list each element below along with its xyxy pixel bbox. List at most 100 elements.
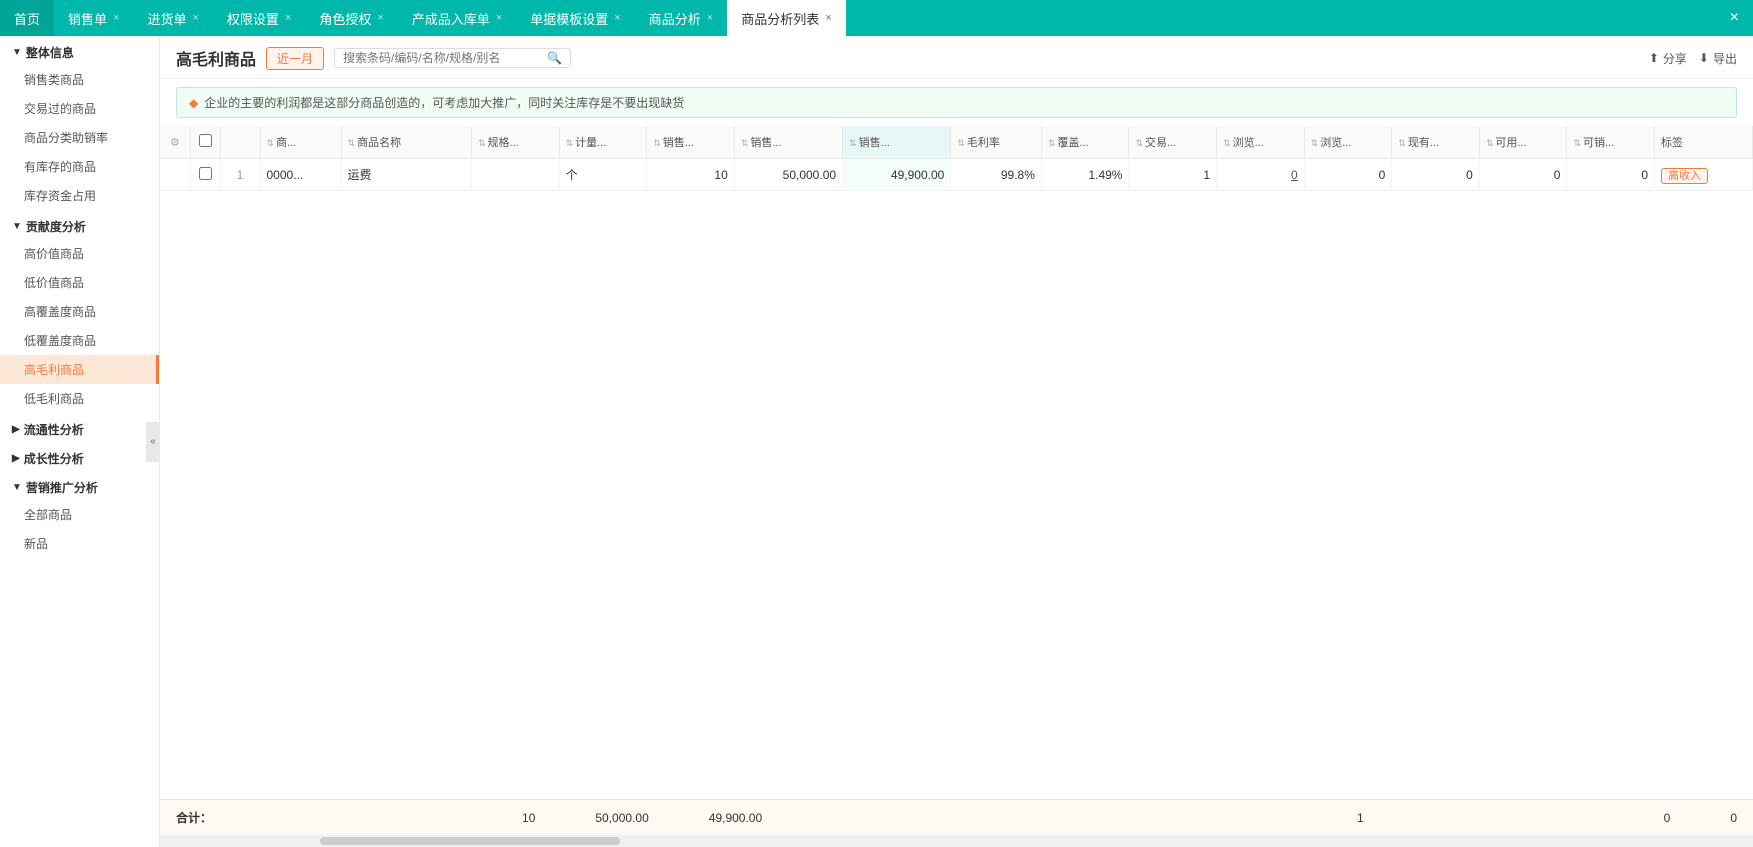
col-sale-profit[interactable]: ⇅销售...: [843, 126, 951, 159]
col-code[interactable]: ⇅商...: [260, 126, 341, 159]
table-header-row: ⚙ ⇅商... ⇅商品名称 ⇅规格... ⇅计量... ⇅销售... ⇅销售..…: [160, 126, 1753, 159]
sidebar-item-new-goods[interactable]: 新品: [0, 529, 159, 558]
sidebar-group-marketing[interactable]: ▼ 营销推广分析: [0, 471, 159, 500]
sidebar-item-all-goods[interactable]: 全部商品: [0, 500, 159, 529]
nav-analysis-list[interactable]: 商品分析列表 ×: [727, 0, 845, 36]
col-saleable[interactable]: ⇅可销...: [1567, 126, 1655, 159]
close-analysis-icon[interactable]: ×: [707, 12, 713, 24]
col-gross-margin[interactable]: ⇅毛利率: [951, 126, 1042, 159]
nav-home[interactable]: 首页: [0, 0, 54, 36]
row-available: 0: [1479, 159, 1567, 191]
sidebar-item-traded-goods[interactable]: 交易过的商品: [0, 94, 159, 123]
sidebar-item-stock-capital[interactable]: 库存资金占用: [0, 181, 159, 210]
col-name[interactable]: ⇅商品名称: [341, 126, 471, 159]
row-current-stock: 0: [1392, 159, 1480, 191]
top-navigation: 首页 销售单 × 进货单 × 权限设置 × 角色授权 × 产成品入库单 × 单据…: [0, 0, 1753, 36]
search-box: 🔍: [334, 48, 571, 68]
col-view1[interactable]: ⇅浏览...: [1217, 126, 1305, 159]
data-table: ⚙ ⇅商... ⇅商品名称 ⇅规格... ⇅计量... ⇅销售... ⇅销售..…: [160, 126, 1753, 191]
nav-permission[interactable]: 权限设置 ×: [213, 0, 305, 36]
row-sale-amount: 50,000.00: [734, 159, 842, 191]
col-view2[interactable]: ⇅浏览...: [1304, 126, 1392, 159]
table-footer: 合计： 10 50,000.00 49,900.00 1 0 0: [160, 799, 1753, 835]
row-spec: [472, 159, 560, 191]
col-gear[interactable]: ⚙: [160, 126, 190, 159]
nav-role[interactable]: 角色授权 ×: [305, 0, 397, 36]
select-all-checkbox[interactable]: [199, 134, 212, 147]
sidebar-item-low-coverage[interactable]: 低覆盖度商品: [0, 326, 159, 355]
sidebar-item-high-margin[interactable]: 高毛利商品: [0, 355, 159, 384]
col-unit[interactable]: ⇅计量...: [559, 126, 647, 159]
col-available[interactable]: ⇅可用...: [1479, 126, 1567, 159]
sidebar-item-high-value[interactable]: 高价值商品: [0, 239, 159, 268]
table-container: ⚙ ⇅商... ⇅商品名称 ⇅规格... ⇅计量... ⇅销售... ⇅销售..…: [160, 126, 1753, 799]
sidebar-item-high-coverage[interactable]: 高覆盖度商品: [0, 297, 159, 326]
col-sale-amount[interactable]: ⇅销售...: [734, 126, 842, 159]
footer-trade: 1: [1357, 811, 1364, 825]
nav-purchase[interactable]: 进货单 ×: [133, 0, 212, 36]
nav-product-in[interactable]: 产成品入库单 ×: [398, 0, 516, 36]
row-coverage: 1.49%: [1041, 159, 1129, 191]
search-icon[interactable]: 🔍: [547, 51, 562, 65]
sidebar-item-category-rate[interactable]: 商品分类助销率: [0, 123, 159, 152]
close-product-in-icon[interactable]: ×: [496, 12, 502, 24]
col-tag: 标签: [1655, 126, 1753, 159]
row-sale-profit: 49,900.00: [843, 159, 951, 191]
tag-badge: 高收入: [1661, 168, 1708, 184]
share-icon: ⬆: [1649, 51, 1659, 65]
sidebar-item-stocked-goods[interactable]: 有库存的商品: [0, 152, 159, 181]
close-purchase-icon[interactable]: ×: [192, 12, 198, 24]
col-current-stock[interactable]: ⇅现有...: [1392, 126, 1480, 159]
row-gear: [160, 159, 190, 191]
col-trade[interactable]: ⇅交易...: [1129, 126, 1217, 159]
close-template-icon[interactable]: ×: [614, 12, 620, 24]
sidebar-group-contribution[interactable]: ▼ 贡献度分析: [0, 210, 159, 239]
page-title: 高毛利商品: [176, 46, 256, 70]
footer-label: 合计：: [176, 809, 212, 826]
close-analysis-list-icon[interactable]: ×: [825, 12, 831, 24]
filter-month-button[interactable]: 近一月: [266, 47, 324, 70]
export-button[interactable]: ⬇ 导出: [1699, 50, 1737, 67]
search-input[interactable]: [343, 51, 543, 65]
info-text: 企业的主要的利润都是这部分商品创造的，可考虑加大推广，同时关注库存是不要出现缺货: [204, 94, 684, 111]
info-icon: ◆: [189, 96, 198, 110]
main-layout: « ▼ 整体信息 销售类商品 交易过的商品 商品分类助销率 有库存的商品 库存资…: [0, 36, 1753, 847]
nav-sales[interactable]: 销售单 ×: [54, 0, 133, 36]
col-rownum: [220, 126, 260, 159]
nav-template[interactable]: 单据模板设置 ×: [516, 0, 634, 36]
sidebar-item-low-margin[interactable]: 低毛利商品: [0, 384, 159, 413]
sidebar-group-overall[interactable]: ▼ 整体信息: [0, 36, 159, 65]
footer-available: 0: [1664, 811, 1671, 825]
arrow-contribution-icon: ▼: [12, 221, 22, 232]
row-view2: 0: [1304, 159, 1392, 191]
arrow-overall-icon: ▼: [12, 47, 22, 58]
arrow-growth-icon: ▶: [12, 453, 20, 464]
close-sales-icon[interactable]: ×: [113, 12, 119, 24]
col-coverage[interactable]: ⇅覆盖...: [1041, 126, 1129, 159]
row-name: 运费: [341, 159, 471, 191]
row-checkbox-cell[interactable]: [190, 159, 220, 191]
close-role-icon[interactable]: ×: [377, 12, 383, 24]
sidebar-group-growth[interactable]: ▶ 成长性分析: [0, 442, 159, 471]
sidebar: « ▼ 整体信息 销售类商品 交易过的商品 商品分类助销率 有库存的商品 库存资…: [0, 36, 160, 847]
share-button[interactable]: ⬆ 分享: [1649, 50, 1687, 67]
close-permission-icon[interactable]: ×: [285, 12, 291, 24]
arrow-marketing-icon: ▼: [12, 482, 22, 493]
col-sale-qty[interactable]: ⇅销售...: [647, 126, 735, 159]
row-code: 0000...: [260, 159, 341, 191]
export-icon: ⬇: [1699, 51, 1709, 65]
col-checkbox: [190, 126, 220, 159]
row-checkbox[interactable]: [199, 167, 212, 180]
row-saleable: 0: [1567, 159, 1655, 191]
col-spec[interactable]: ⇅规格...: [472, 126, 560, 159]
bottom-scrollbar[interactable]: [160, 835, 1753, 847]
nav-analysis[interactable]: 商品分析 ×: [635, 0, 727, 36]
sidebar-item-low-value[interactable]: 低价值商品: [0, 268, 159, 297]
footer-saleable: 0: [1730, 811, 1737, 825]
row-unit: 个: [559, 159, 647, 191]
sidebar-collapse-button[interactable]: «: [146, 422, 160, 462]
row-tag: 高收入: [1655, 159, 1753, 191]
close-all-button[interactable]: ×: [1716, 0, 1753, 36]
sidebar-group-flow[interactable]: ▶ 流通性分析: [0, 413, 159, 442]
sidebar-item-sales-goods[interactable]: 销售类商品: [0, 65, 159, 94]
